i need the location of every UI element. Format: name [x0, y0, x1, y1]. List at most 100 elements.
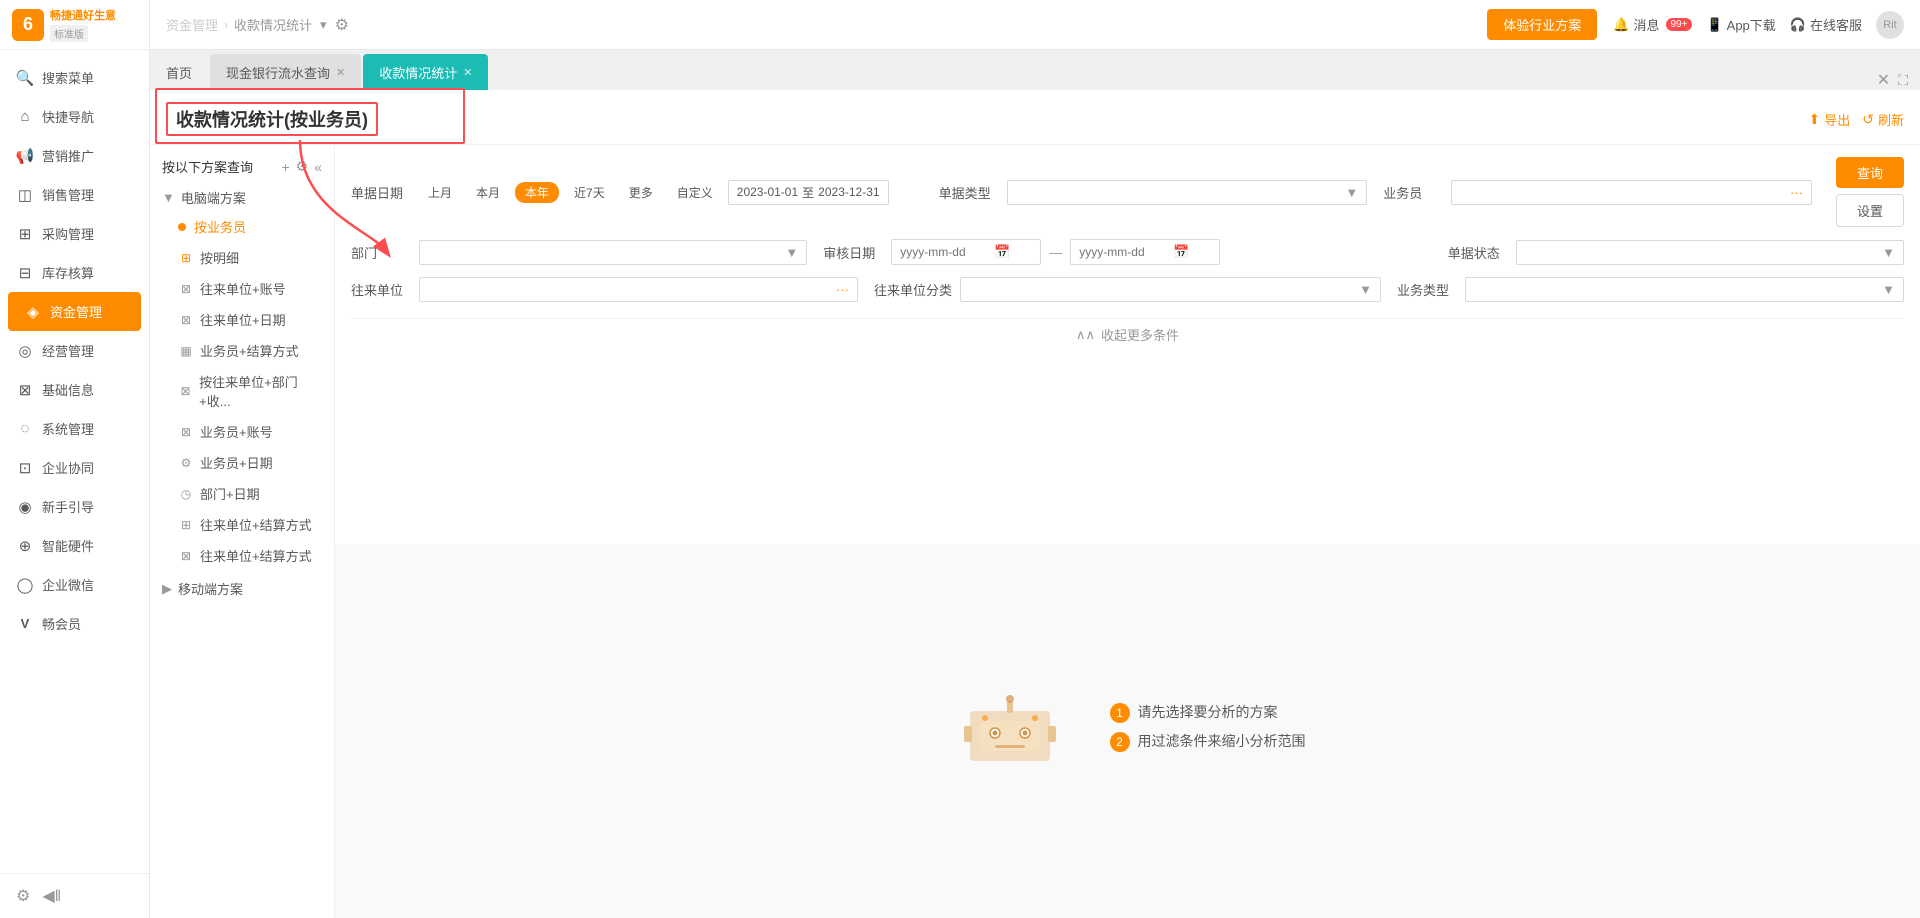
counterpart-select[interactable]: ···	[419, 277, 858, 302]
table-icon-5: ⊠	[178, 548, 194, 564]
purchase-icon: ⊞	[16, 225, 34, 243]
tab-collection-stats-label: 收款情况统计	[379, 63, 457, 82]
sidebar-item-finance[interactable]: ◈ 资金管理	[8, 292, 141, 331]
sidebar-item-search[interactable]: 🔍 搜索菜单	[0, 58, 149, 97]
tab-collection-stats[interactable]: 收款情况统计 ✕	[363, 54, 488, 90]
topbar-gear-icon[interactable]: ⚙	[335, 15, 349, 35]
counterpart-more-btn[interactable]: ···	[836, 282, 849, 297]
calendar-icon-2[interactable]: 📅	[1173, 244, 1189, 260]
notification-badge: 99+	[1666, 18, 1693, 31]
scheme-group-mobile-header[interactable]: ▶ 移动端方案	[150, 575, 334, 602]
query-button[interactable]: 查询	[1836, 157, 1904, 188]
date-range-display[interactable]: 2023-01-01 至 2023-12-31	[728, 180, 889, 205]
scheme-add-icon[interactable]: +	[281, 159, 289, 175]
calendar-icon-1[interactable]: 📅	[994, 244, 1010, 260]
mobile-group-arrow: ▶	[162, 581, 172, 597]
audit-date-from[interactable]: 📅	[891, 239, 1041, 265]
trial-button[interactable]: 体验行业方案	[1487, 9, 1597, 40]
footer-settings-icon[interactable]: ⚙	[16, 886, 30, 906]
salesman-more-btn[interactable]: ···	[1790, 185, 1803, 200]
sidebar-item-operations[interactable]: ◎ 经营管理	[0, 331, 149, 370]
app-download-button[interactable]: 📱 App下载	[1706, 15, 1775, 34]
scheme-actions: + ⚙ «	[281, 158, 322, 175]
tab-collection-stats-close[interactable]: ✕	[463, 66, 472, 79]
grid-icon: ⊞	[178, 250, 194, 266]
biz-type-label: 业务类型	[1397, 280, 1457, 299]
finance-icon: ◈	[24, 303, 42, 321]
sidebar-item-sales[interactable]: ◫ 销售管理	[0, 175, 149, 214]
tab-bank-flow-close[interactable]: ✕	[336, 66, 345, 79]
topbar-chevron-icon[interactable]: ▾	[320, 17, 327, 33]
logo-icon: 6	[12, 9, 44, 41]
scheme-collapse-icon[interactable]: «	[314, 159, 322, 175]
sidebar-item-basic[interactable]: ⊠ 基础信息	[0, 370, 149, 409]
sidebar-item-guide[interactable]: ◉ 新手引导	[0, 487, 149, 526]
scheme-item-detail[interactable]: ⊞ 按明细	[150, 242, 334, 273]
bell-icon: 🔔	[1613, 17, 1629, 33]
sidebar-item-system[interactable]: ◌ 系统管理	[0, 409, 149, 448]
counterpart-category-select[interactable]: ▼	[960, 277, 1381, 302]
sidebar-item-purchase[interactable]: ⊞ 采购管理	[0, 214, 149, 253]
sidebar-item-hardware[interactable]: ⊕ 智能硬件	[0, 526, 149, 565]
scheme-item-salesman-date[interactable]: ⚙ 业务员+日期	[150, 447, 334, 478]
scheme-item-dept-date[interactable]: ◷ 部门+日期	[150, 478, 334, 509]
sidebar-item-wechat[interactable]: ◯ 企业微信	[0, 565, 149, 604]
online-service-button[interactable]: 🎧 在线客服	[1790, 15, 1862, 34]
footer-collapse-icon[interactable]: ◀‖	[42, 886, 61, 906]
export-button[interactable]: ⬆ 导出	[1809, 110, 1851, 129]
topbar-icons: 🔔 消息 99+ 📱 App下载 🎧 在线客服 Rit	[1613, 11, 1904, 39]
audit-date-to[interactable]: 📅	[1070, 239, 1220, 265]
audit-from-input[interactable]	[900, 245, 990, 259]
messages-button[interactable]: 🔔 消息 99+	[1613, 15, 1692, 34]
scheme-settings-icon[interactable]: ⚙	[296, 158, 309, 175]
doc-type-select[interactable]: ▼	[1007, 180, 1368, 205]
scheme-group-mobile: ▶ 移动端方案	[150, 575, 334, 602]
scheme-item-active-dot	[178, 223, 186, 231]
topbar-breadcrumb-area[interactable]: 资金管理 › 收款情况统计	[166, 15, 312, 34]
settings-button[interactable]: 设置	[1836, 194, 1904, 227]
scheme-item-salesman[interactable]: 按业务员	[150, 211, 334, 242]
scheme-group-pc-header[interactable]: ▼ 电脑端方案	[150, 184, 334, 211]
date-btn-last-month[interactable]: 上月	[419, 181, 461, 204]
empty-step-2: 2 用过滤条件来缩小分析范围	[1110, 731, 1306, 752]
step-num-2: 2	[1110, 732, 1130, 752]
salesman-select[interactable]: ···	[1451, 180, 1812, 205]
scheme-item-salesman-payment[interactable]: ▦ 业务员+结算方式	[150, 335, 334, 366]
tab-home[interactable]: 首页	[150, 54, 208, 90]
avatar[interactable]: Rit	[1876, 11, 1904, 39]
audit-to-input[interactable]	[1079, 245, 1169, 259]
scheme-panel-title: 按以下方案查询	[162, 157, 281, 176]
refresh-button[interactable]: ↺ 刷新	[1862, 110, 1904, 129]
scheme-item-partner-date[interactable]: ⊠ 往来单位+日期	[150, 304, 334, 335]
window-expand-icon[interactable]: ⛶	[1898, 72, 1908, 89]
scheme-item-partner-payment1[interactable]: ⊞ 往来单位+结算方式	[150, 509, 334, 540]
scheme-item-salesman-account[interactable]: ⊠ 业务员+账号	[150, 416, 334, 447]
sidebar-footer: ⚙ ◀‖	[0, 873, 149, 918]
sidebar-item-marketing[interactable]: 📢 营销推广	[0, 136, 149, 175]
scheme-item-partner-payment2[interactable]: ⊠ 往来单位+结算方式	[150, 540, 334, 571]
sidebar-item-quick-nav[interactable]: ⌂ 快捷导航	[0, 97, 149, 136]
empty-state-area: 1 请先选择要分析的方案 2 用过滤条件来缩小分析范围	[335, 544, 1920, 918]
clock-icon: ◷	[178, 486, 194, 502]
date-btn-this-month[interactable]: 本月	[467, 181, 509, 204]
sidebar-item-member[interactable]: V 畅会员	[0, 604, 149, 643]
date-btn-more[interactable]: 更多	[620, 181, 662, 204]
content-body: 按以下方案查询 + ⚙ « ▼ 电脑端方案	[150, 145, 1920, 918]
inventory-icon: ⊟	[16, 264, 34, 282]
doc-status-select[interactable]: ▼	[1516, 240, 1904, 265]
collapse-button[interactable]: ∧∧ 收起更多条件	[351, 318, 1904, 350]
window-close-icon[interactable]: ✕	[1877, 70, 1890, 90]
sidebar-item-enterprise[interactable]: ⊡ 企业协同	[0, 448, 149, 487]
scheme-item-partner-dept[interactable]: ⊠ 按往来单位+部门+收...	[150, 366, 334, 416]
date-btn-custom[interactable]: 自定义	[668, 181, 722, 204]
biz-type-select[interactable]: ▼	[1465, 277, 1904, 302]
sidebar-item-inventory[interactable]: ⊟ 库存核算	[0, 253, 149, 292]
biz-type-arrow: ▼	[1882, 282, 1895, 297]
dept-select[interactable]: ▼	[419, 240, 807, 265]
filter-row-2: 部门 ▼ 审核日期 📅	[351, 239, 1904, 265]
tab-bank-flow[interactable]: 现金银行流水查询 ✕	[210, 54, 361, 90]
scheme-item-partner-account[interactable]: ⊠ 往来单位+账号	[150, 273, 334, 304]
date-btn-7days[interactable]: 近7天	[565, 181, 614, 204]
date-btn-this-year[interactable]: 本年	[515, 182, 559, 203]
counterpart-label: 往来单位	[351, 280, 411, 299]
